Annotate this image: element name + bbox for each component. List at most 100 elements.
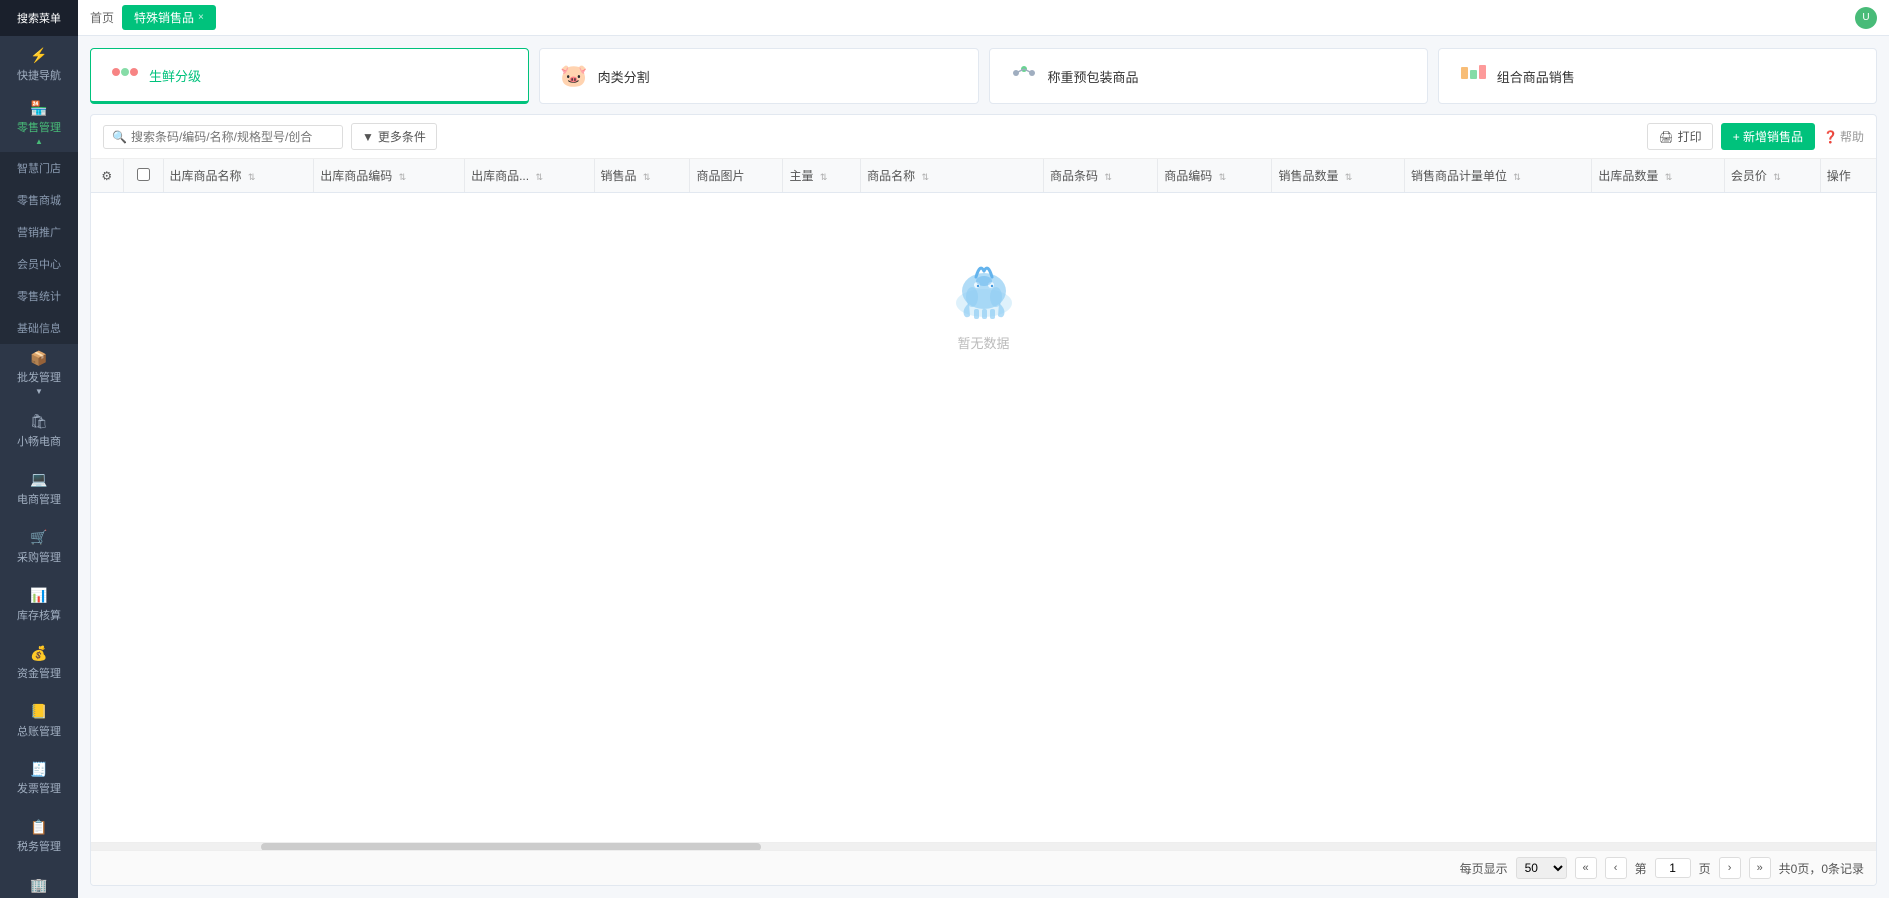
th-out-name[interactable]: 出库商品名称 ⇅ (163, 159, 314, 193)
sidebar-item-tax[interactable]: 📋 税务管理 (0, 808, 78, 866)
col-label: 主量 (789, 169, 813, 183)
th-sale-qty[interactable]: 销售品数量 ⇅ (1272, 159, 1405, 193)
select-all-checkbox[interactable] (137, 168, 150, 181)
print-button[interactable]: 🖨 打印 (1647, 123, 1712, 150)
sidebar-item-quick-nav[interactable]: ⚡ 快捷导航 (0, 36, 78, 94)
th-operation: 操作 (1820, 159, 1876, 193)
sidebar-item-label: 会员中心 (17, 259, 61, 271)
filter-icon: ▼ (362, 130, 374, 144)
horizontal-scrollbar[interactable] (91, 842, 1876, 850)
page-label: 页 (1699, 860, 1711, 877)
ecom-mgmt-icon: 💻 (30, 470, 47, 490)
col-label: 销售品数量 (1278, 169, 1338, 183)
sort-icon: ⇅ (921, 172, 929, 182)
topbar-home-link[interactable]: 首页 (90, 9, 114, 26)
total-text: 共0页，0条记录 (1779, 860, 1864, 877)
first-page-button[interactable]: « (1575, 857, 1597, 879)
topbar-active-tab[interactable]: 特殊销售品 × (122, 5, 216, 30)
th-out-spec[interactable]: 出库商品... ⇅ (465, 159, 594, 193)
help-label: 帮助 (1840, 128, 1864, 145)
meat-cut-icon: 🐷 (560, 63, 587, 89)
close-tab-icon[interactable]: × (198, 12, 204, 23)
th-barcode[interactable]: 商品条码 ⇅ (1044, 159, 1158, 193)
user-avatar[interactable]: U (1855, 7, 1877, 29)
th-out-code[interactable]: 出库商品编码 ⇅ (314, 159, 465, 193)
tab-fresh-grade[interactable]: 生鲜分级 (90, 48, 529, 104)
sidebar-item-label: 零售统计 (17, 291, 61, 303)
prev-page-button[interactable]: ‹ (1605, 857, 1627, 879)
th-settings[interactable]: ⚙ (91, 159, 123, 193)
sidebar-item-label: 发票管理 (17, 782, 61, 797)
th-sale-unit[interactable]: 销售商品计量单位 ⇅ (1404, 159, 1591, 193)
col-label: 销售品 (601, 169, 637, 183)
sidebar: 搜索菜单 ⚡ 快捷导航 🏪 零售管理 ▲ 智慧门店 零售商城 营销推广 会员中心… (0, 0, 78, 898)
page-number-input[interactable] (1655, 858, 1691, 878)
finance-icon: 💰 (30, 644, 47, 664)
inventory-icon: 📊 (30, 586, 47, 606)
sidebar-item-retail[interactable]: 🏪 零售管理 ▲ (0, 94, 78, 152)
sidebar-item-mini-ecom[interactable]: 🛍 小畅电商 (0, 402, 78, 460)
filter-button[interactable]: ▼ 更多条件 (351, 123, 437, 150)
chevron-down-icon: ▲ (35, 137, 43, 146)
combo-sale-label: 组合商品销售 (1497, 67, 1575, 86)
filter-label: 更多条件 (378, 128, 426, 145)
quick-nav-icon: ⚡ (30, 46, 47, 66)
sidebar-item-basic-info[interactable]: 基础信息 (0, 312, 78, 344)
content-area: 生鲜分级 🐷 肉类分割 称重预包装商品 (78, 36, 1889, 898)
th-member-price[interactable]: 会员价 ⇅ (1724, 159, 1820, 193)
retail-icon: 🏪 (30, 100, 47, 117)
sort-icon: ⇅ (820, 172, 828, 182)
sort-icon: ⇅ (1773, 172, 1781, 182)
sidebar-item-fixed-assets[interactable]: 🏢 固定资产 (0, 866, 78, 898)
th-sale-item[interactable]: 销售品 ⇅ (594, 159, 690, 193)
sidebar-item-wholesale[interactable]: 📦 批发管理 ▼ (0, 344, 78, 402)
tab-combo-sale[interactable]: 组合商品销售 (1438, 48, 1877, 104)
last-page-button[interactable]: » (1749, 857, 1771, 879)
th-goods-code[interactable]: 商品编码 ⇅ (1158, 159, 1272, 193)
sidebar-item-inventory[interactable]: 📊 库存核算 (0, 576, 78, 634)
sidebar-item-marketing[interactable]: 营销推广 (0, 216, 78, 248)
sort-icon: ⇅ (1345, 172, 1353, 182)
th-goods-name[interactable]: 商品名称 ⇅ (861, 159, 1044, 193)
print-label: 打印 (1678, 128, 1702, 145)
next-page-button[interactable]: › (1719, 857, 1741, 879)
sidebar-item-member-center[interactable]: 会员中心 (0, 248, 78, 280)
table-container: ⚙ 出库商品名称 ⇅ 出库商品编码 ⇅ (91, 159, 1876, 842)
table-toolbar: 🔍 ▼ 更多条件 🖨 打印 + 新增销售品 ❓ (91, 115, 1876, 159)
th-out-qty[interactable]: 出库品数量 ⇅ (1592, 159, 1725, 193)
sidebar-item-retail-mall[interactable]: 零售商城 (0, 184, 78, 216)
th-checkbox[interactable] (123, 159, 163, 193)
help-button[interactable]: ❓ 帮助 (1823, 128, 1864, 145)
col-label: 出库商品名称 (170, 169, 242, 183)
add-sale-button[interactable]: + 新增销售品 (1721, 123, 1815, 150)
sidebar-item-label: 营销推广 (17, 227, 61, 239)
search-input[interactable] (131, 130, 331, 144)
sort-icon: ⇅ (399, 172, 407, 182)
sidebar-item-general-ledger[interactable]: 📒 总账管理 (0, 692, 78, 750)
page-size-label: 每页显示 (1460, 860, 1508, 877)
meat-cut-label: 肉类分割 (598, 67, 650, 86)
tab-weight-pack[interactable]: 称重预包装商品 (989, 48, 1428, 104)
sort-icon: ⇅ (535, 172, 543, 182)
th-image[interactable]: 商品图片 (690, 159, 783, 193)
tab-meat-cut[interactable]: 🐷 肉类分割 (539, 48, 978, 104)
sidebar-item-finance[interactable]: 💰 资金管理 (0, 634, 78, 692)
sidebar-item-label: 电商管理 (17, 493, 61, 508)
sidebar-item-invoice[interactable]: 🧾 发票管理 (0, 750, 78, 808)
sidebar-item-retail-stats[interactable]: 零售统计 (0, 280, 78, 312)
wholesale-icon: 📦 (30, 350, 47, 367)
sort-icon: ⇅ (1219, 172, 1227, 182)
search-box[interactable]: 🔍 (103, 125, 343, 149)
sidebar-item-label: 基础信息 (17, 323, 61, 335)
sidebar-logo[interactable]: 搜索菜单 (0, 0, 78, 36)
sidebar-item-ecom-mgmt[interactable]: 💻 电商管理 (0, 460, 78, 518)
sidebar-item-purchase[interactable]: 🛒 采购管理 (0, 518, 78, 576)
sidebar-item-label: 零售商城 (17, 195, 61, 207)
th-weight[interactable]: 主量 ⇅ (783, 159, 861, 193)
fresh-grade-label: 生鲜分级 (149, 66, 201, 85)
page-size-select[interactable]: 50 100 200 (1516, 857, 1567, 879)
sidebar-item-smart-store[interactable]: 智慧门店 (0, 152, 78, 184)
weight-pack-label: 称重预包装商品 (1048, 67, 1139, 86)
col-label: 操作 (1827, 169, 1851, 183)
sidebar-item-label: 采购管理 (17, 551, 61, 566)
